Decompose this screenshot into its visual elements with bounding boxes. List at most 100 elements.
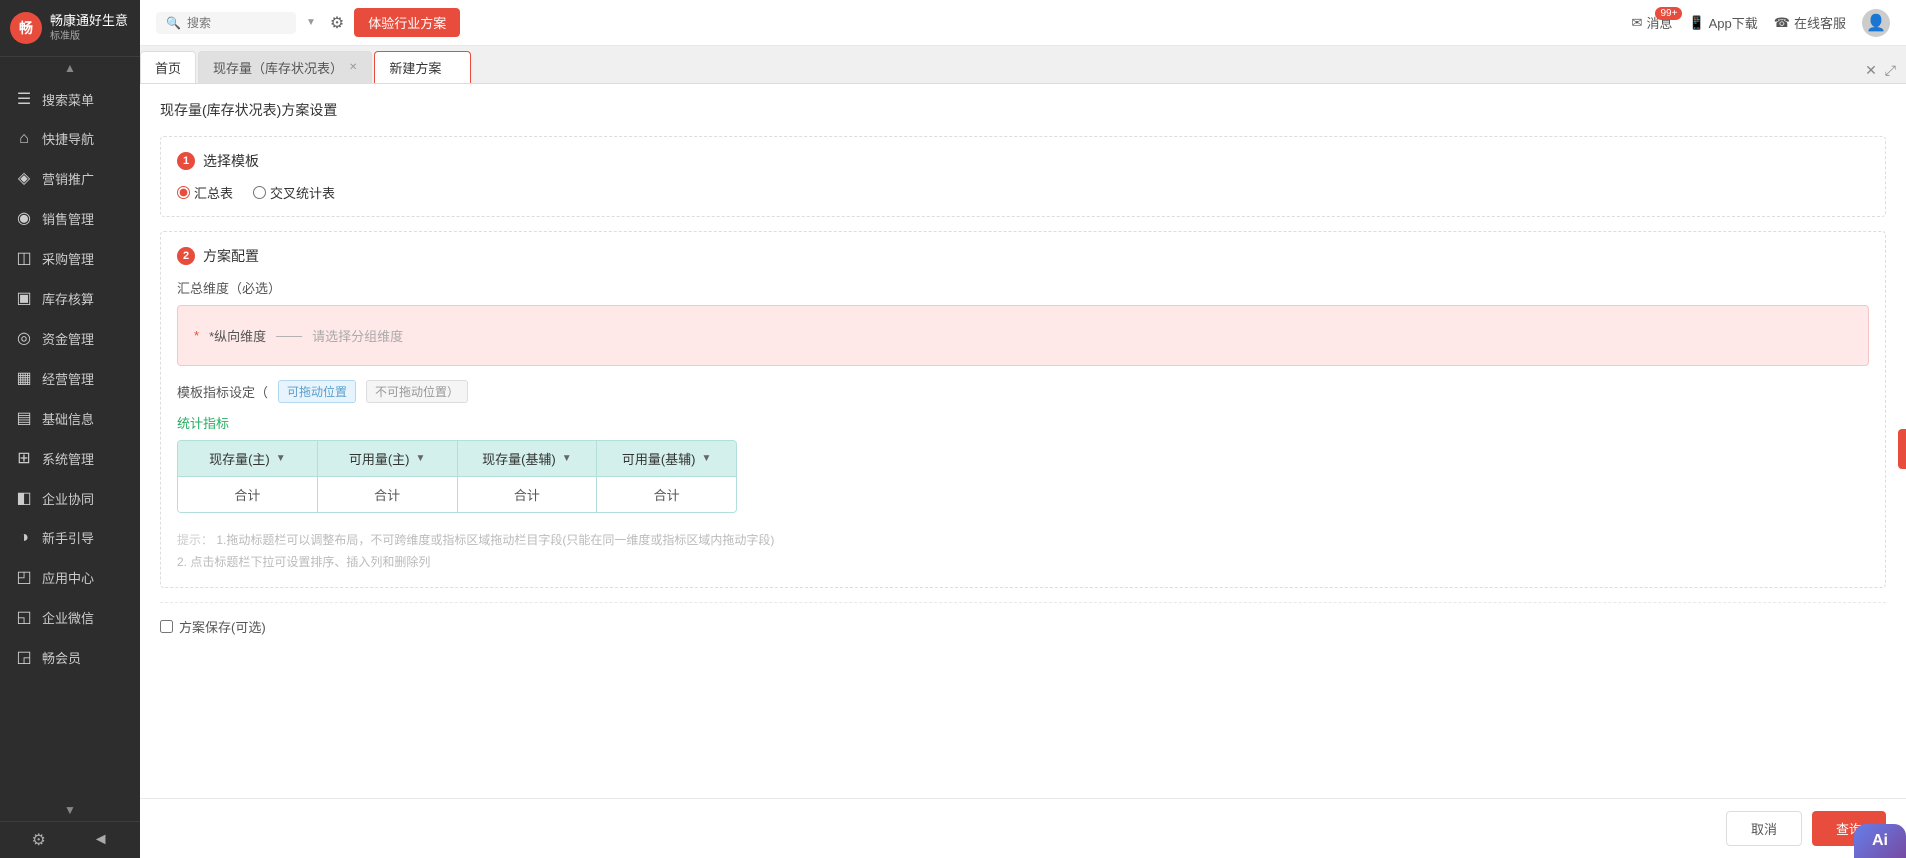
sidebar-item-label: 基础信息	[42, 409, 94, 428]
col2-chevron-icon[interactable]: ▼	[416, 453, 426, 464]
online-service-btn[interactable]: ☎ 在线客服	[1774, 13, 1846, 32]
tab-home[interactable]: 首页	[140, 51, 196, 83]
sidebar-item-system[interactable]: ⊞ 系统管理	[0, 438, 140, 478]
undraggable-badge: 不可拖动位置）	[366, 380, 468, 403]
sidebar-nav: ☰ 搜索菜单 ⌂ 快捷导航 ◈ 营销推广 ◉ 销售管理 ◫ 采购管理 ▣ 库存核…	[0, 79, 140, 799]
wechat-icon: ◱	[14, 607, 34, 627]
sidebar-item-new-guide[interactable]: ◑ 新手引导	[0, 518, 140, 557]
sidebar-item-member[interactable]: ◲ 畅会员	[0, 637, 140, 677]
service-icon: ☎	[1774, 15, 1790, 31]
tab-new-scheme[interactable]: 新建方案 ✕	[374, 51, 470, 83]
scroll-down-arrow[interactable]: ▼	[64, 803, 76, 817]
radio-summary-input[interactable]	[177, 186, 190, 199]
sidebar-item-label: 库存核算	[42, 289, 94, 308]
sidebar-item-label: 企业微信	[42, 608, 94, 627]
col2-header[interactable]: 可用量(主) ▼	[318, 441, 457, 477]
expand-icon[interactable]: ⤢	[1885, 62, 1896, 79]
sidebar-item-basic-info[interactable]: ▤ 基础信息	[0, 398, 140, 438]
phone-icon: 📱	[1688, 15, 1704, 31]
section1-header: 1 选择模板	[177, 151, 1869, 171]
audio-icon[interactable]: ◄	[93, 831, 109, 849]
col4-label: 可用量(基辅)	[622, 449, 696, 468]
save-checkbox[interactable]	[160, 620, 173, 633]
sidebar-item-label: 搜索菜单	[42, 90, 94, 109]
col1-chevron-icon[interactable]: ▼	[276, 453, 286, 464]
close-panel-icon[interactable]: ✕	[1865, 62, 1877, 79]
section1-title: 选择模板	[203, 151, 259, 171]
col2-label: 可用量(主)	[349, 449, 410, 468]
sidebar-item-label: 资金管理	[42, 329, 94, 348]
sales-icon: ◉	[14, 208, 34, 228]
tab-new-close[interactable]: ✕	[447, 62, 455, 73]
dim-label: 汇总维度（必选）	[177, 278, 1869, 297]
ai-float-button[interactable]: Ai	[1854, 824, 1906, 858]
footer-buttons: 取消 查询	[140, 798, 1906, 858]
sidebar-item-contract[interactable]: ◧ 企业协同	[0, 478, 140, 518]
guide-icon: ◑	[14, 529, 34, 547]
stats-col-2: 可用量(主) ▼ 合计	[318, 441, 458, 512]
app-download-btn[interactable]: 📱 App下载	[1688, 13, 1757, 32]
cart-icon: ◫	[14, 248, 34, 268]
sidebar: 畅 畅康通好生意 标准版 ▲ ☰ 搜索菜单 ⌂ 快捷导航 ◈ 营销推广 ◉ 销售…	[0, 0, 140, 858]
sidebar-item-sales[interactable]: ◉ 销售管理	[0, 198, 140, 238]
tips-item1: 1.拖动标题栏可以调整布局，不可跨维度或指标区域拖动栏目字段(只能在同一维度或指…	[216, 533, 774, 547]
service-label: 在线客服	[1794, 13, 1846, 32]
sidebar-item-inventory[interactable]: ▣ 库存核算	[0, 278, 140, 318]
tab-inventory-status[interactable]: 现存量（库存状况表） ✕	[198, 51, 372, 83]
sidebar-item-finance[interactable]: ◎ 资金管理	[0, 318, 140, 358]
gift-icon: ◈	[14, 168, 34, 188]
stats-table: 现存量(主) ▼ 合计 可用量(主) ▼ 合计	[177, 440, 737, 513]
sidebar-item-search-menu[interactable]: ☰ 搜索菜单	[0, 79, 140, 119]
dim-dash: ——	[276, 328, 302, 343]
col1-label: 现存量(主)	[209, 449, 270, 468]
col4-header[interactable]: 可用量(基辅) ▼	[597, 441, 736, 477]
box-icon: ▣	[14, 288, 34, 308]
sidebar-item-label: 畅会员	[42, 648, 81, 667]
cancel-button[interactable]: 取消	[1726, 811, 1802, 846]
tab-inventory-close[interactable]: ✕	[349, 62, 357, 73]
sidebar-item-app-center[interactable]: ◰ 应用中心	[0, 557, 140, 597]
page-title: 现存量(库存状况表)方案设置	[160, 100, 1886, 120]
draggable-badge: 可拖动位置	[278, 380, 356, 403]
app-name: 畅康通好生意	[50, 13, 128, 30]
sidebar-item-label: 应用中心	[42, 568, 94, 587]
scroll-up-arrow[interactable]: ▲	[64, 61, 76, 75]
col4-chevron-icon[interactable]: ▼	[702, 453, 712, 464]
settings-bottom-icon[interactable]: ⚙	[31, 830, 45, 850]
tab-new-label: 新建方案	[389, 58, 441, 77]
message-btn[interactable]: ✉ 消息 99+	[1632, 13, 1673, 32]
sidebar-item-quick-nav[interactable]: ⌂ 快捷导航	[0, 119, 140, 158]
radio-cross[interactable]: 交叉统计表	[253, 183, 335, 202]
radio-summary[interactable]: 汇总表	[177, 183, 233, 202]
sidebar-item-label: 销售管理	[42, 209, 94, 228]
col3-chevron-icon[interactable]: ▼	[562, 453, 572, 464]
sidebar-item-operations[interactable]: ▦ 经营管理	[0, 358, 140, 398]
system-icon: ⊞	[14, 448, 34, 468]
col1-header[interactable]: 现存量(主) ▼	[178, 441, 317, 477]
logo-icon: 畅	[10, 12, 42, 44]
sidebar-item-marketing[interactable]: ◈ 营销推广	[0, 158, 140, 198]
dim-placeholder: 请选择分组维度	[312, 326, 403, 345]
radio-cross-input[interactable]	[253, 186, 266, 199]
member-icon: ◲	[14, 647, 34, 667]
col3-header[interactable]: 现存量(基辅) ▼	[458, 441, 597, 477]
topbar-search-box[interactable]: 🔍	[156, 12, 296, 34]
section2-title: 方案配置	[203, 246, 259, 266]
sidebar-bottom: ⚙ ◄	[0, 821, 140, 858]
tab-actions: ✕ ⤢	[1865, 62, 1906, 83]
sidebar-item-label: 经营管理	[42, 369, 94, 388]
search-menu-icon: ☰	[14, 89, 34, 109]
settings-icon[interactable]: ⚙	[330, 13, 344, 33]
topbar-right: ✉ 消息 99+ 📱 App下载 ☎ 在线客服 👤	[1632, 9, 1890, 37]
trial-btn[interactable]: 体验行业方案	[354, 8, 460, 37]
search-input[interactable]	[187, 16, 277, 30]
sidebar-item-wechat[interactable]: ◱ 企业微信	[0, 597, 140, 637]
section-config: 2 方案配置 汇总维度（必选） * *纵向维度 —— 请选择分组维度 模板指标设…	[160, 231, 1886, 588]
sidebar-item-purchase[interactable]: ◫ 采购管理	[0, 238, 140, 278]
avatar[interactable]: 👤	[1862, 9, 1890, 37]
tips-section: 提示： 1.拖动标题栏可以调整布局，不可跨维度或指标区域拖动栏目字段(只能在同一…	[177, 530, 1869, 573]
search-chevron-icon[interactable]: ▼	[306, 17, 316, 28]
app-icon: ◰	[14, 567, 34, 587]
section-template: 1 选择模板 汇总表 交叉统计表	[160, 136, 1886, 217]
indicator-label: 模板指标设定（	[177, 382, 268, 401]
